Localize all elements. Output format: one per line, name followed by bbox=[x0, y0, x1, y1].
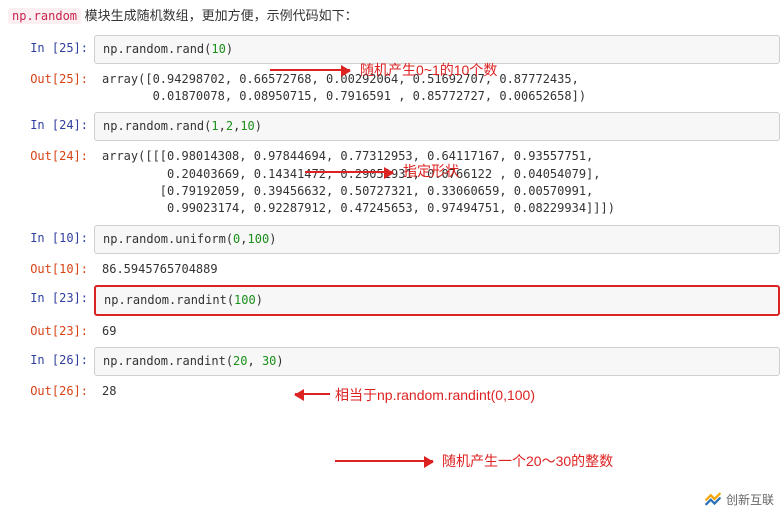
code-output: array([[[0.98014308, 0.97844694, 0.77312… bbox=[94, 143, 780, 223]
output-cell: Out[24]:array([[[0.98014308, 0.97844694,… bbox=[0, 143, 780, 223]
watermark-icon bbox=[704, 490, 722, 508]
input-cell: In [26]:np.random.randint(20, 30) bbox=[0, 347, 780, 376]
code-input[interactable]: np.random.randint(100) bbox=[94, 285, 780, 316]
in-prompt: In [10]: bbox=[0, 225, 94, 251]
out-prompt: Out[26]: bbox=[0, 378, 94, 404]
annotation-24: 指定形状 bbox=[403, 161, 459, 181]
code-input[interactable]: np.random.rand(1,2,10) bbox=[94, 112, 780, 141]
annotation-25: 随机产生0~1的10个数 bbox=[360, 60, 497, 80]
input-cell: In [23]:np.random.randint(100) bbox=[0, 285, 780, 316]
output-cell: Out[10]:86.5945765704889 bbox=[0, 256, 780, 283]
code-input[interactable]: np.random.uniform(0,100) bbox=[94, 225, 780, 254]
code-output: 86.5945765704889 bbox=[94, 256, 780, 283]
arrow-25 bbox=[270, 69, 350, 71]
out-prompt: Out[24]: bbox=[0, 143, 94, 169]
out-prompt: Out[25]: bbox=[0, 66, 94, 92]
intro-line: np.random 模块生成随机数组，更加方便，示例代码如下： bbox=[0, 0, 780, 31]
annotation-23: 相当于np.random.randint(0,100) bbox=[335, 385, 535, 405]
inline-code-np-random: np.random bbox=[8, 8, 81, 24]
code-input[interactable]: np.random.randint(20, 30) bbox=[94, 347, 780, 376]
output-cell: Out[23]:69 bbox=[0, 318, 780, 345]
in-prompt: In [26]: bbox=[0, 347, 94, 373]
input-cell: In [10]:np.random.uniform(0,100) bbox=[0, 225, 780, 254]
arrow-23 bbox=[295, 393, 330, 395]
annotation-26: 随机产生一个20～30的整数 bbox=[442, 451, 613, 471]
in-prompt: In [25]: bbox=[0, 35, 94, 61]
watermark: 创新互联 bbox=[704, 490, 774, 508]
intro-rest: 模块生成随机数组，更加方便，示例代码如下： bbox=[81, 8, 358, 23]
out-prompt: Out[10]: bbox=[0, 256, 94, 282]
notebook-area: In [25]:np.random.rand(10)Out[25]:array(… bbox=[0, 31, 780, 406]
watermark-text: 创新互联 bbox=[726, 491, 774, 508]
arrow-26 bbox=[335, 460, 433, 462]
code-output: 69 bbox=[94, 318, 780, 345]
in-prompt: In [24]: bbox=[0, 112, 94, 138]
out-prompt: Out[23]: bbox=[0, 318, 94, 344]
input-cell: In [24]:np.random.rand(1,2,10) bbox=[0, 112, 780, 141]
in-prompt: In [23]: bbox=[0, 285, 94, 311]
arrow-24 bbox=[305, 171, 393, 173]
